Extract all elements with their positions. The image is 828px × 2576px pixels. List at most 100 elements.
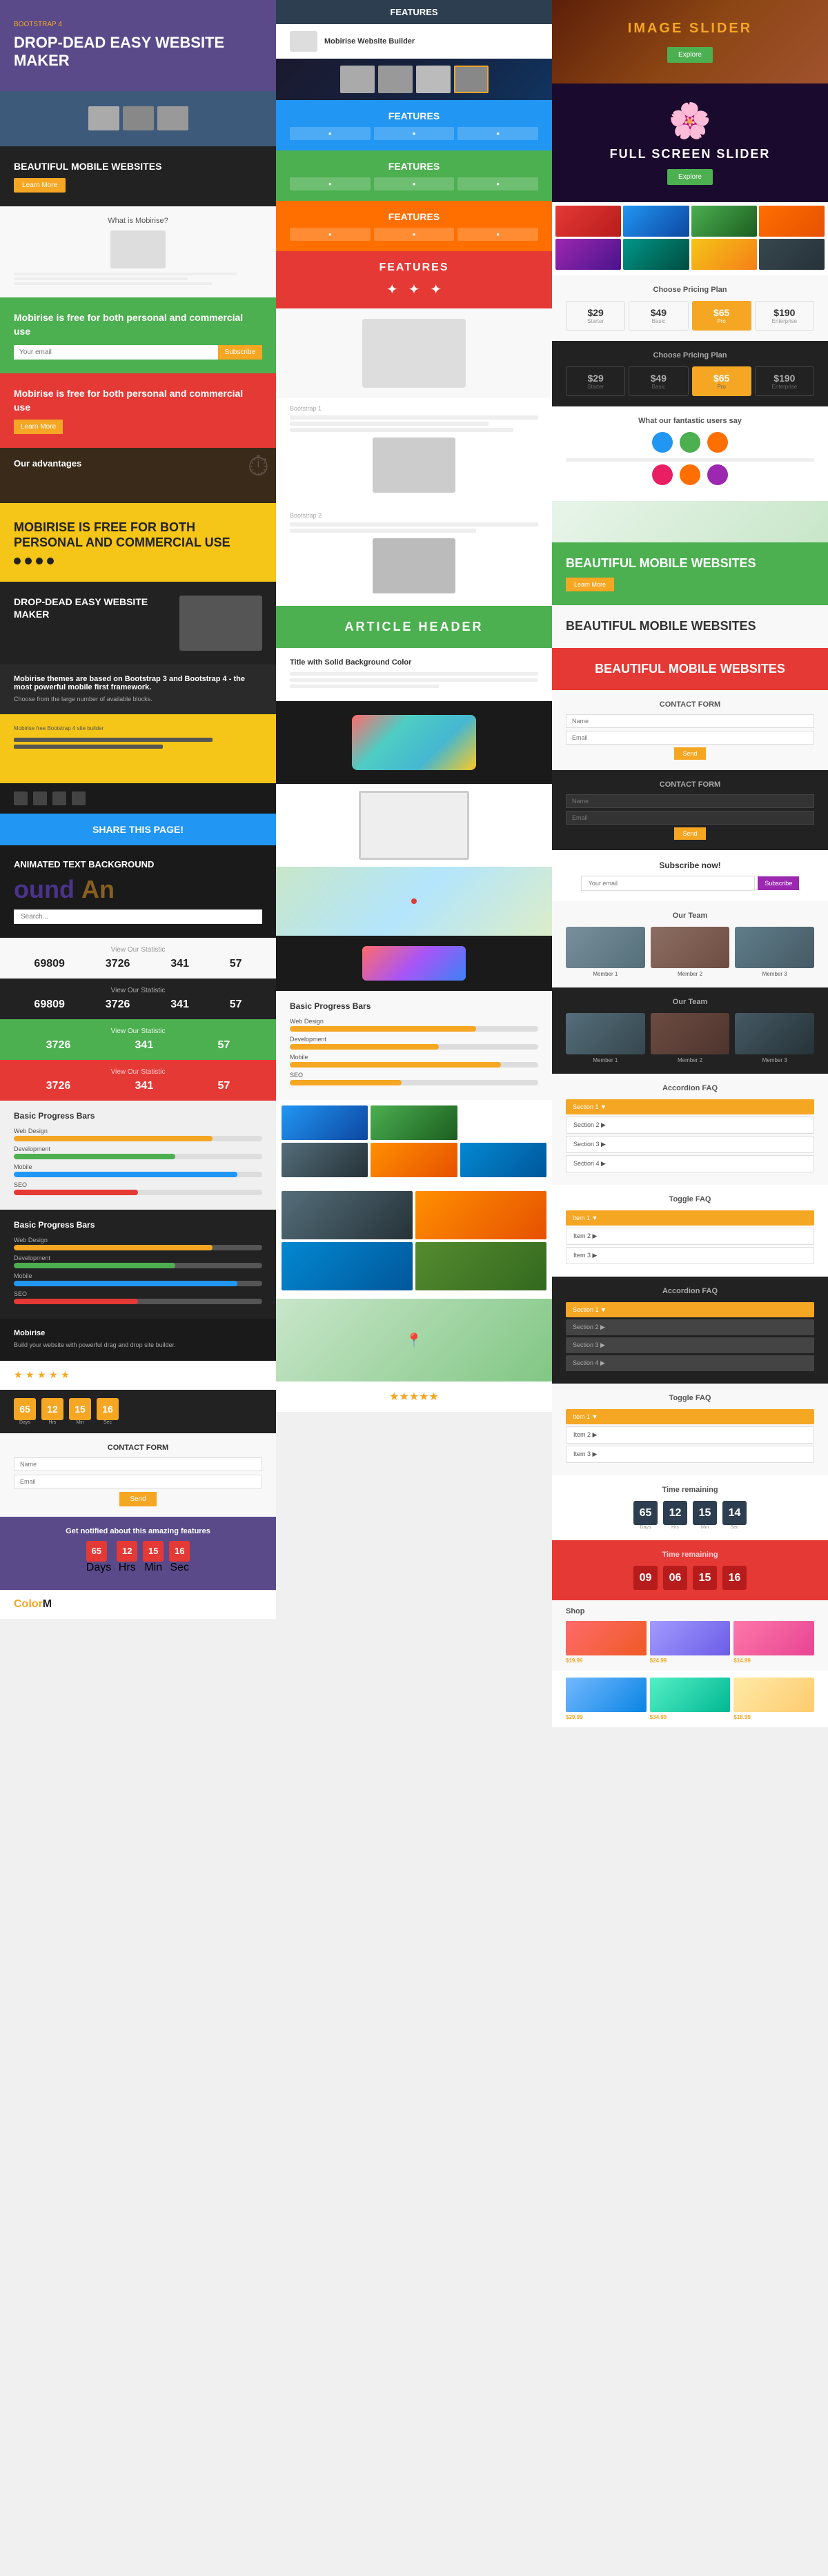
team2-member-2: Member 2 xyxy=(651,1013,730,1063)
team-name-3: Member 3 xyxy=(735,971,814,977)
shop-item-1[interactable]: $19.99 xyxy=(566,1621,647,1664)
img-row-4 xyxy=(282,1242,546,1290)
contact1-name[interactable] xyxy=(566,714,814,728)
theme-info-body: Choose from the large number of availabl… xyxy=(14,695,262,705)
team2-member-3: Member 3 xyxy=(735,1013,814,1063)
acc1-item-2[interactable]: Section 2 ▶ xyxy=(566,1117,814,1134)
gal-item-1[interactable] xyxy=(555,206,621,237)
contact-submit-btn[interactable]: Send xyxy=(119,1492,156,1506)
beautiful-red-section: BEAUTIFUL MOBILE WEBSITES xyxy=(552,648,828,691)
contact1-title: CONTACT FORM xyxy=(566,700,814,709)
acc2-item-2[interactable]: Section 2 ▶ xyxy=(566,1319,814,1335)
notify-min-box: 15 xyxy=(143,1541,164,1562)
stat4-value-2: 341 xyxy=(135,1080,154,1092)
gal-item-4[interactable] xyxy=(759,206,825,237)
content-line xyxy=(290,522,538,527)
shop2-item-3[interactable]: $18.99 xyxy=(733,1678,814,1720)
tog2-item-2[interactable]: Item 2 ▶ xyxy=(566,1426,814,1444)
laptop-big-img xyxy=(362,319,466,388)
social-icon-2[interactable] xyxy=(33,792,47,805)
team2-name-2: Member 2 xyxy=(651,1057,730,1063)
progress-dark-section: Basic Progress Bars Web Design Developme… xyxy=(0,1210,276,1319)
keyboard-visual xyxy=(352,715,476,770)
notify-hrs-box: 12 xyxy=(117,1541,137,1562)
gal-item-6[interactable] xyxy=(623,239,689,270)
stat-value-3: 341 xyxy=(170,958,189,970)
subscribe-btn[interactable]: Subscribe xyxy=(758,876,799,890)
tog2-item-3[interactable]: Item 3 ▶ xyxy=(566,1446,814,1463)
social-icon-1[interactable] xyxy=(14,792,28,805)
acc1-item-3[interactable]: Section 3 ▶ xyxy=(566,1136,814,1153)
acc1-item-4[interactable]: Section 4 ▶ xyxy=(566,1155,814,1172)
subscribe-email-input[interactable] xyxy=(14,345,218,360)
image-slider-btn[interactable]: Explore xyxy=(667,47,713,63)
contact1-email[interactable] xyxy=(566,731,814,745)
star-1: ★ xyxy=(14,1369,23,1380)
gal-item-7[interactable] xyxy=(691,239,757,270)
gal-item-3[interactable] xyxy=(691,206,757,237)
tog1-item-2[interactable]: Item 2 ▶ xyxy=(566,1228,814,1245)
testimonial-title: What our fantastic users say xyxy=(566,417,814,425)
star-3: ★ xyxy=(37,1369,46,1380)
image-slider-title: IMAGE SLIDER xyxy=(566,21,814,37)
yellow-hero-heading: MOBIRISE IS FREE FOR BOTH PERSONAL AND C… xyxy=(14,520,262,550)
social-icon-3[interactable] xyxy=(52,792,66,805)
stat3-item-3: 57 xyxy=(218,1039,230,1052)
shop-item-2[interactable]: $24.99 xyxy=(650,1621,731,1664)
hero-heading: DROP-DEAD EASY WEBSITE MAKER xyxy=(14,34,262,70)
shop2-item-2[interactable]: $34.99 xyxy=(650,1678,731,1720)
laptop-big-section xyxy=(276,308,552,398)
subscribe-input[interactable] xyxy=(581,876,755,891)
tog1-item-1[interactable]: Item 1 ▼ xyxy=(566,1210,814,1226)
gallery-img-10 xyxy=(415,1242,546,1290)
feat-icon-1: ✦ xyxy=(386,281,398,298)
contact2-email[interactable] xyxy=(566,811,814,825)
notify-heading: Get notified about this amazing features xyxy=(14,1527,262,1535)
stat4-value-1: 3726 xyxy=(46,1080,71,1092)
animated-search-input[interactable] xyxy=(14,910,262,924)
gal-item-2[interactable] xyxy=(623,206,689,237)
subscribe-btn[interactable]: Subscribe xyxy=(218,345,262,360)
stats2-numbers: 69809 3726 341 57 xyxy=(14,999,262,1011)
shop2-item-1[interactable]: $29.99 xyxy=(566,1678,647,1720)
social-icon-4[interactable] xyxy=(72,792,86,805)
gal-item-5[interactable] xyxy=(555,239,621,270)
article-header-title: ARTICLE HEADER xyxy=(290,620,538,634)
col2-hero-images xyxy=(276,59,552,100)
keyboard-visual-2 xyxy=(362,946,466,981)
team-name-1: Member 1 xyxy=(566,971,645,977)
contact-name-input[interactable] xyxy=(14,1457,262,1471)
pricing-dark-section: Choose Pricing Plan $29 Starter $49 Basi… xyxy=(552,341,828,406)
hero2-btn[interactable]: Learn More xyxy=(14,178,66,193)
contact2-submit[interactable]: Send xyxy=(674,827,705,840)
timer-light-section: Time remaining 65 Days 12 Hrs 15 Min 14 … xyxy=(552,1475,828,1540)
green-band-heading: Mobirise is free for both personal and c… xyxy=(14,311,262,338)
features-red-section: FEATURES ✦ ✦ ✦ xyxy=(276,251,552,308)
gal-item-8[interactable] xyxy=(759,239,825,270)
thumb-active[interactable] xyxy=(454,66,489,93)
price2-item-4: $190 Enterprise xyxy=(755,366,814,396)
mobirise-logo-img xyxy=(290,31,317,52)
acc1-item-1[interactable]: Section 1 ▼ xyxy=(566,1099,814,1114)
stat-item-4: 57 xyxy=(230,958,242,970)
price2-item-1: $29 Starter xyxy=(566,366,625,396)
colorm-logo-section: ColorM xyxy=(0,1590,276,1619)
contact2-name[interactable] xyxy=(566,794,814,808)
fullscreen-slider-btn[interactable]: Explore xyxy=(667,169,713,185)
images-grid-section xyxy=(276,1100,552,1186)
dark-info-body: Build your website with powerful drag an… xyxy=(14,1341,262,1350)
subscribe-section: Subscribe now! Subscribe xyxy=(552,850,828,901)
tog1-item-3[interactable]: Item 3 ▶ xyxy=(566,1247,814,1264)
contact-email-input[interactable] xyxy=(14,1475,262,1488)
stat4-item-2: 341 xyxy=(135,1080,154,1092)
red-band-btn[interactable]: Learn More xyxy=(14,420,63,434)
tog2-item-1[interactable]: Item 1 ▼ xyxy=(566,1409,814,1424)
beautiful1-btn[interactable]: Learn More xyxy=(566,578,614,591)
contact1-submit[interactable]: Send xyxy=(674,747,705,760)
content-line xyxy=(290,428,513,432)
shop-item-3[interactable]: $14.99 xyxy=(733,1621,814,1664)
acc2-item-3[interactable]: Section 3 ▶ xyxy=(566,1337,814,1353)
stat2-item-2: 3726 xyxy=(106,999,130,1011)
acc2-item-4[interactable]: Section 4 ▶ xyxy=(566,1355,814,1371)
acc2-item-1[interactable]: Section 1 ▼ xyxy=(566,1302,814,1317)
